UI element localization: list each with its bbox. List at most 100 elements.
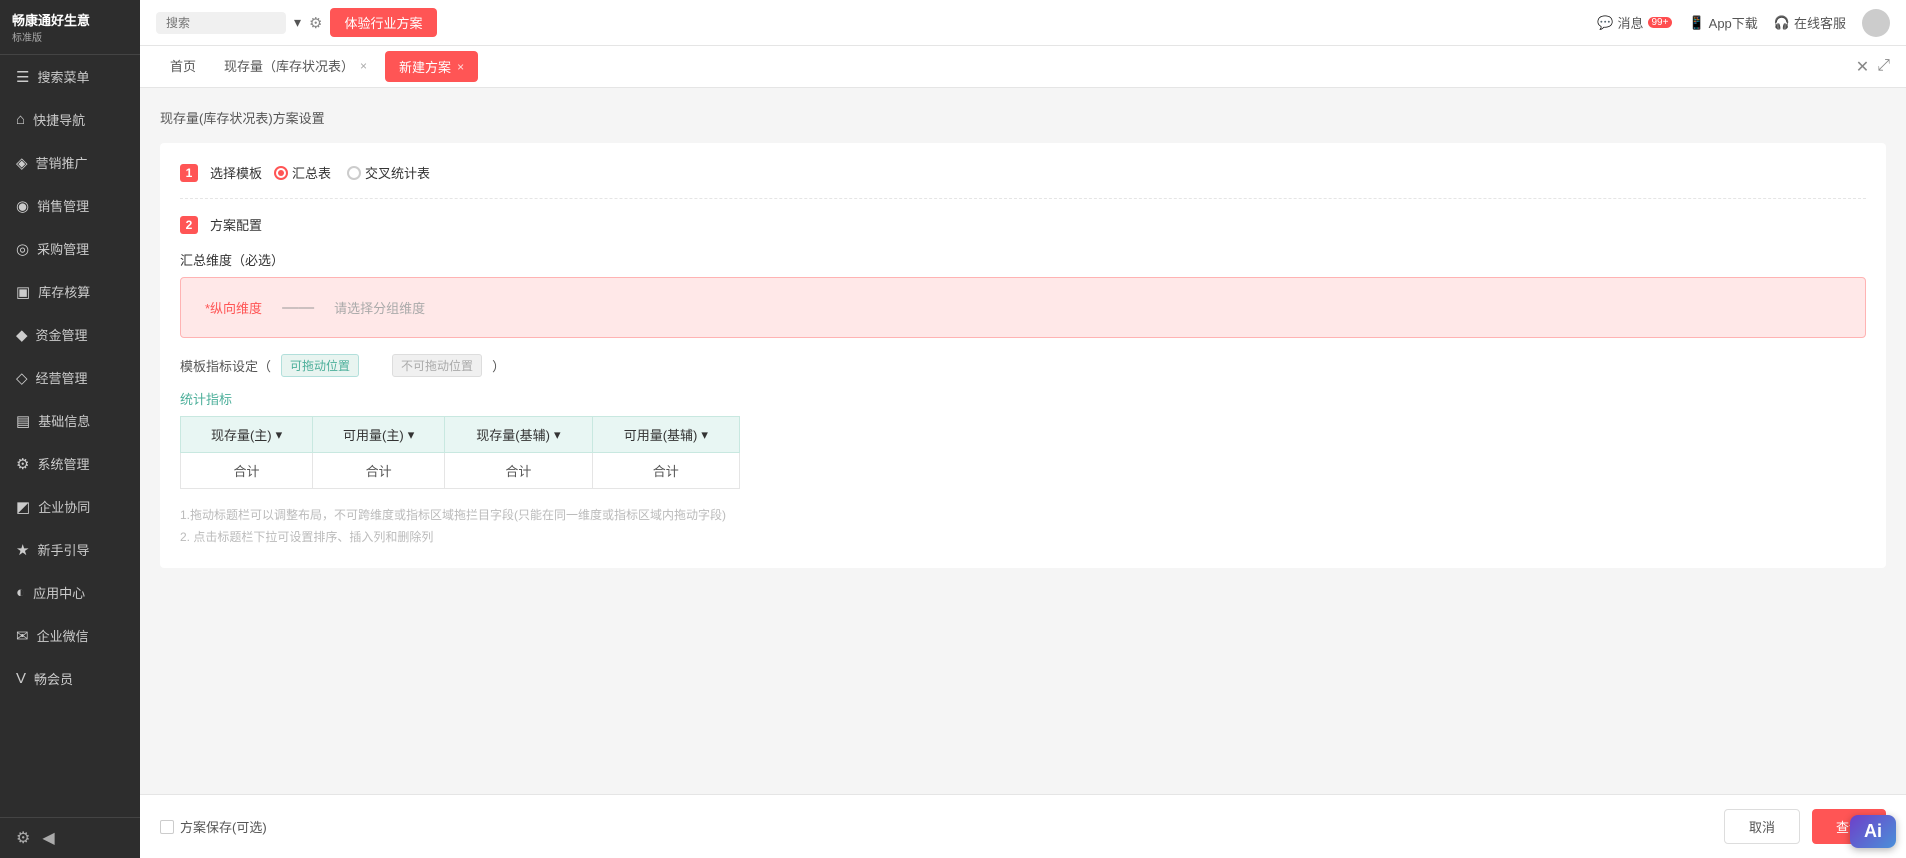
- app-name: 畅康通好生意: [12, 10, 128, 29]
- topbar-left: ▾ ⚙ 体验行业方案: [156, 8, 1587, 37]
- step2-num: 2: [180, 216, 198, 234]
- page-title: 现存量(库存状况表)方案设置: [160, 108, 1886, 127]
- header-label: 可用量(主): [343, 425, 404, 444]
- sidebar-item-系统管理[interactable]: ⚙ 系统管理: [0, 442, 140, 485]
- content-area: 现存量(库存状况表)方案设置 1 选择模板 汇总表交叉统计表 2 方案配置 汇总…: [140, 88, 1906, 794]
- tab-collapse-icon[interactable]: ✕: [1856, 57, 1869, 77]
- dropdown-icon[interactable]: ▾: [701, 427, 708, 443]
- radio-dot: [347, 166, 361, 180]
- dimension-placeholder: 请选择分组维度: [334, 298, 425, 317]
- app-download-group[interactable]: 📱 App下载: [1688, 13, 1757, 32]
- step1-label: 选择模板: [210, 163, 262, 182]
- tabs-bar-right: ✕ ⤢: [1856, 57, 1890, 77]
- header-label: 现存量(基辅): [476, 425, 550, 444]
- dimension-required: *纵向维度: [205, 298, 262, 317]
- step2-row: 2 方案配置: [180, 215, 1866, 234]
- phone-icon: 📱: [1688, 15, 1704, 31]
- sidebar-logo: 畅康通好生意 标准版: [0, 0, 140, 55]
- sidebar-icon: ☰: [16, 68, 29, 86]
- sidebar-item-畅会员[interactable]: V畅会员: [0, 657, 140, 700]
- save-option-label: 方案保存(可选): [180, 817, 267, 836]
- step2-label: 方案配置: [210, 215, 262, 234]
- table-header-可用量(基辅)[interactable]: 可用量(基辅)▾: [592, 417, 739, 453]
- step1-num: 1: [180, 164, 198, 182]
- tab-new-plan[interactable]: 新建方案 ×: [385, 51, 478, 82]
- sidebar-item-label: 快捷导航: [33, 110, 85, 129]
- nodrag-tag: 不可拖动位置: [392, 354, 482, 377]
- sidebar-item-label: 企业协同: [38, 497, 90, 516]
- sidebar-item-销售管理[interactable]: ◉销售管理: [0, 184, 140, 227]
- tab-inventory-close[interactable]: ×: [360, 59, 367, 73]
- tab-expand-icon[interactable]: ⤢: [1877, 57, 1890, 77]
- tab-home[interactable]: 首页: [156, 46, 210, 87]
- sidebar-item-库存核算[interactable]: ▣库存核算: [0, 270, 140, 313]
- radio-汇总表[interactable]: 汇总表: [274, 163, 331, 182]
- save-checkbox[interactable]: [160, 820, 174, 834]
- sidebar-item-label: 企业微信: [37, 626, 89, 645]
- topbar-dropdown-icon[interactable]: ▾: [294, 14, 301, 31]
- sidebar-item-经营管理[interactable]: ◇ 经营管理: [0, 356, 140, 399]
- messages-group[interactable]: 💬 消息 99+: [1597, 13, 1672, 32]
- sidebar-icon: ◇: [16, 369, 28, 387]
- table-header-现存量(基辅)[interactable]: 现存量(基辅)▾: [445, 417, 592, 453]
- cancel-button[interactable]: 取消: [1724, 809, 1800, 844]
- topbar-gear-icon[interactable]: ⚙: [309, 14, 322, 32]
- indicator-setting-label: 模板指标设定（: [180, 356, 271, 375]
- header-label: 可用量(基辅): [624, 425, 698, 444]
- tip-item: 1.拖动标题栏可以调整布局，不可跨维度或指标区域拖拦目字段(只能在同一维度或指标…: [180, 505, 1866, 527]
- indicator-separator: [369, 356, 382, 375]
- sidebar-item-搜索菜单[interactable]: ☰ 搜索菜单: [0, 55, 140, 98]
- tab-inventory[interactable]: 现存量（库存状况表） ×: [210, 46, 381, 87]
- radio-label: 汇总表: [292, 163, 331, 182]
- tab-new-plan-close[interactable]: ×: [457, 60, 464, 74]
- header-label: 现存量(主): [211, 425, 272, 444]
- table-row: 合计合计合计合计: [181, 453, 740, 489]
- dropdown-icon[interactable]: ▾: [408, 427, 415, 443]
- avatar[interactable]: [1862, 9, 1890, 37]
- sidebar-item-资金管理[interactable]: ◆资金管理: [0, 313, 140, 356]
- sidebar-icon: ⚙: [16, 455, 29, 473]
- tips-section: 1.拖动标题栏可以调整布局，不可跨维度或指标区域拖拦目字段(只能在同一维度或指标…: [180, 505, 1866, 548]
- radio-交叉统计表[interactable]: 交叉统计表: [347, 163, 430, 182]
- topbar-right: 💬 消息 99+ 📱 App下载 🎧 在线客服: [1597, 9, 1890, 37]
- app-edition: 标准版: [12, 29, 128, 44]
- sidebar-item-label: 经营管理: [36, 368, 88, 387]
- settings-icon[interactable]: ⚙: [16, 828, 30, 848]
- dropdown-icon[interactable]: ▾: [276, 427, 283, 443]
- table-header-可用量(主)[interactable]: 可用量(主)▾: [313, 417, 445, 453]
- draggable-tag: 可拖动位置: [281, 354, 359, 377]
- sidebar-item-新手引导[interactable]: ★新手引导: [0, 528, 140, 571]
- sidebar-item-label: 搜索菜单: [37, 67, 89, 86]
- collapse-icon[interactable]: ◀: [42, 828, 54, 848]
- sidebar-icon: ◩: [16, 498, 30, 516]
- dropdown-icon[interactable]: ▾: [554, 427, 561, 443]
- sidebar-item-基础信息[interactable]: ▤基础信息: [0, 399, 140, 442]
- save-option[interactable]: 方案保存(可选): [160, 817, 267, 836]
- sidebar-item-采购管理[interactable]: ◎采购管理: [0, 227, 140, 270]
- sidebar-item-营销推广[interactable]: ◈营销推广: [0, 141, 140, 184]
- table-cell: 合计: [181, 453, 313, 489]
- app-download-label: App下载: [1709, 13, 1758, 32]
- online-support-group[interactable]: 🎧 在线客服: [1774, 13, 1846, 32]
- sidebar-nav: ☰ 搜索菜单 ⌂快捷导航◈营销推广◉销售管理◎采购管理▣库存核算◆资金管理 ◇ 经营管理…: [0, 55, 140, 817]
- radio-label: 交叉统计表: [365, 163, 430, 182]
- sidebar-item-应用中心[interactable]: ◐应用中心: [0, 571, 140, 614]
- sidebar-icon: ◉: [16, 197, 29, 215]
- message-icon: 💬: [1597, 15, 1613, 31]
- sidebar-item-label: 系统管理: [37, 454, 89, 473]
- search-input[interactable]: [156, 12, 286, 34]
- sidebar-item-企业协同[interactable]: ◩ 企业协同: [0, 485, 140, 528]
- messages-label: 消息: [1617, 13, 1643, 32]
- dimension-row[interactable]: *纵向维度 —— 请选择分组维度: [180, 277, 1866, 338]
- sidebar-item-企业微信[interactable]: ✉企业微信: [0, 614, 140, 657]
- table-cell: 合计: [445, 453, 592, 489]
- table-header-现存量(主)[interactable]: 现存量(主)▾: [181, 417, 313, 453]
- footer-area: 方案保存(可选) 取消 查询: [140, 794, 1906, 858]
- trial-button[interactable]: 体验行业方案: [330, 8, 436, 37]
- sidebar-item-label: 库存核算: [38, 282, 90, 301]
- sidebar-item-label: 营销推广: [36, 153, 88, 172]
- sidebar-item-快捷导航[interactable]: ⌂快捷导航: [0, 98, 140, 141]
- ai-badge[interactable]: Ai: [1850, 815, 1896, 848]
- table-cell: 合计: [592, 453, 739, 489]
- stats-label: 统计指标: [180, 389, 1866, 408]
